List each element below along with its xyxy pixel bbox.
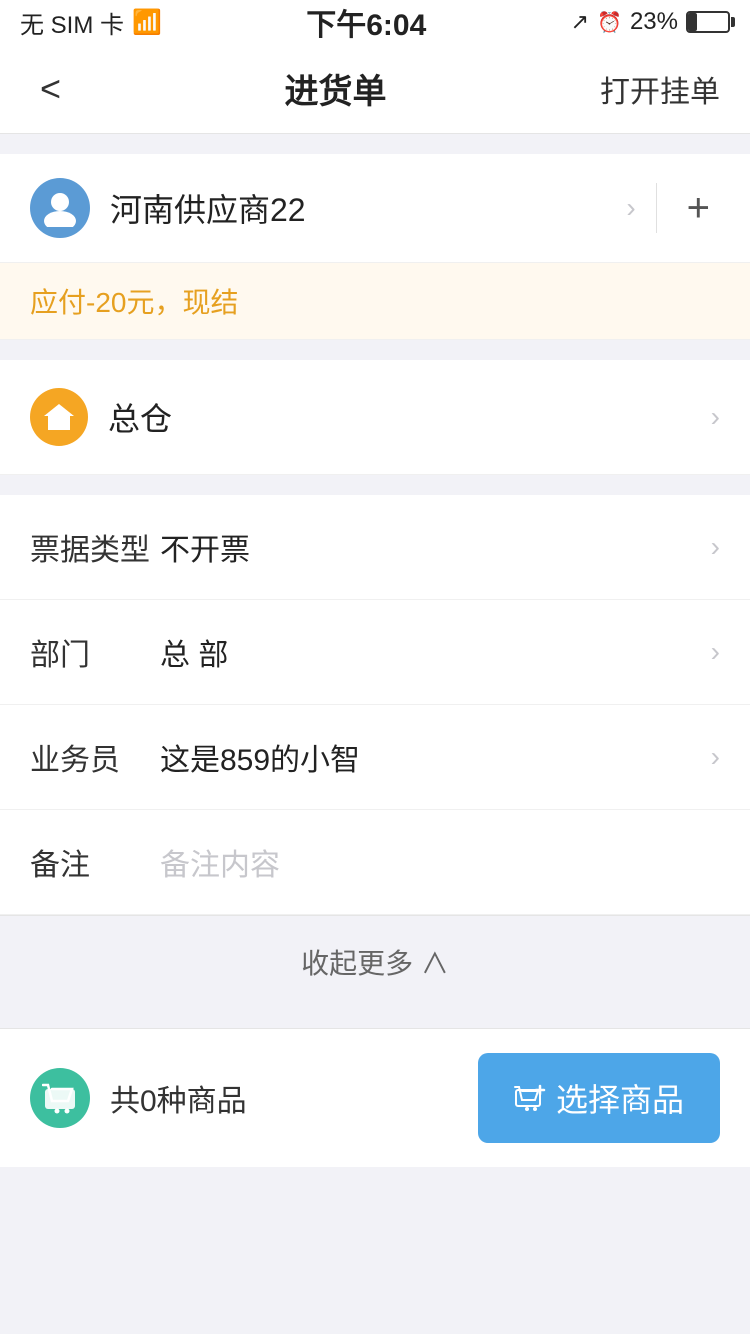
remark-label: 备注 (30, 840, 160, 884)
collapse-label: 收起更多 ∧ (301, 942, 449, 982)
salesman-chevron-icon: › (711, 741, 720, 773)
add-supplier-button[interactable]: + (677, 186, 720, 231)
back-button[interactable]: < (30, 58, 71, 120)
select-product-label: 选择商品 (556, 1075, 684, 1121)
department-chevron-icon: › (711, 636, 720, 668)
house-icon (43, 402, 75, 432)
status-time: 下午6:04 (306, 0, 426, 44)
page-title: 进货单 (285, 64, 387, 113)
salesman-row[interactable]: 业务员 这是859的小智 › (0, 705, 750, 810)
carrier-text: 无 SIM 卡 (20, 5, 124, 40)
ticket-type-label: 票据类型 (30, 525, 160, 569)
ticket-type-row[interactable]: 票据类型 不开票 › (0, 495, 750, 600)
info-banner: 应付-20元，现结 (0, 263, 750, 340)
location-icon: ↗ (571, 9, 589, 35)
supplier-avatar (30, 178, 90, 238)
warehouse-row[interactable]: 总仓 › (0, 360, 750, 475)
remark-input[interactable]: 备注内容 (160, 840, 720, 884)
section-gap-3 (0, 475, 750, 495)
supplier-chevron-icon: › (626, 192, 635, 224)
supplier-card: 河南供应商22 › + 应付-20元，现结 (0, 154, 750, 340)
warehouse-chevron-icon: › (711, 401, 720, 433)
status-left: 无 SIM 卡 📶 (20, 5, 162, 40)
product-count: 共0种商品 (110, 1076, 478, 1120)
open-pending-button[interactable]: 打开挂单 (600, 67, 720, 111)
supplier-row[interactable]: 河南供应商22 › + (0, 154, 750, 263)
department-row[interactable]: 部门 总 部 › (0, 600, 750, 705)
warehouse-name: 总仓 (108, 394, 711, 440)
product-icon-wrap (30, 1068, 90, 1128)
salesman-value: 这是859的小智 (160, 735, 711, 779)
battery-icon (686, 11, 730, 33)
salesman-label: 业务员 (30, 735, 160, 779)
cart-icon (42, 1081, 78, 1115)
department-label: 部门 (30, 630, 160, 674)
select-cart-icon (514, 1084, 546, 1112)
select-product-button[interactable]: 选择商品 (478, 1053, 720, 1143)
collapse-row[interactable]: 收起更多 ∧ (0, 915, 750, 1008)
warehouse-card: 总仓 › (0, 360, 750, 475)
form-card: 票据类型 不开票 › 部门 总 部 › 业务员 这是859的小智 › 备注 备注… (0, 495, 750, 1008)
status-bar: 无 SIM 卡 📶 下午6:04 ↗ ⏰ 23% (0, 0, 750, 44)
ticket-type-chevron-icon: › (711, 531, 720, 563)
supplier-name: 河南供应商22 (110, 185, 626, 231)
section-gap-2 (0, 340, 750, 360)
alarm-icon: ⏰ (597, 10, 622, 35)
warehouse-icon (30, 388, 88, 446)
status-right: ↗ ⏰ 23% (571, 8, 730, 36)
department-value: 总 部 (160, 630, 711, 674)
battery-percent: 23% (630, 8, 678, 36)
wifi-icon: 📶 (132, 8, 162, 37)
person-icon (41, 189, 79, 227)
ticket-type-value: 不开票 (160, 525, 711, 569)
remark-row[interactable]: 备注 备注内容 (0, 810, 750, 915)
section-gap-4 (0, 1008, 750, 1028)
section-gap-1 (0, 134, 750, 154)
supplier-divider (656, 183, 657, 233)
nav-bar: < 进货单 打开挂单 (0, 44, 750, 134)
bottom-bar: 共0种商品 选择商品 (0, 1028, 750, 1167)
